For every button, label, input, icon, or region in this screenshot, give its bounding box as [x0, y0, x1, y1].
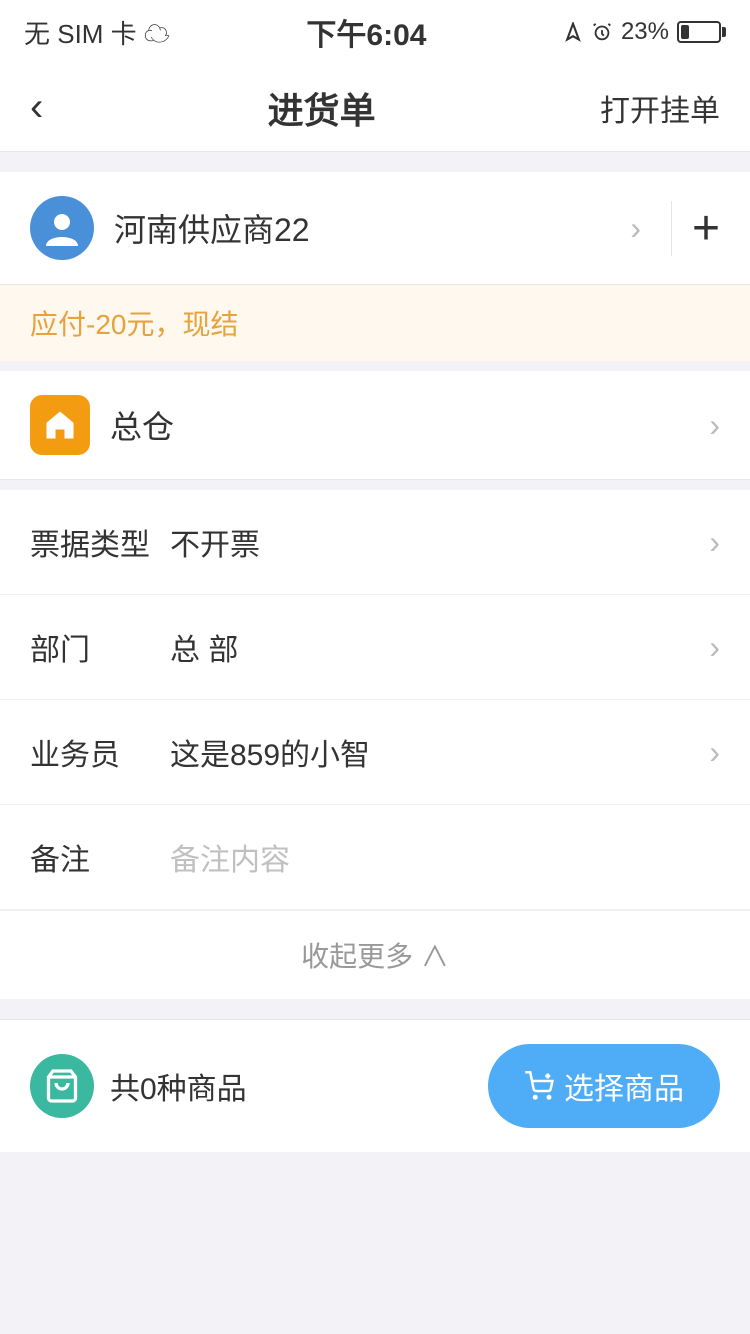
battery-icon — [677, 21, 726, 43]
alarm-icon — [591, 21, 613, 43]
warehouse-row[interactable]: 总仓 › — [0, 361, 750, 480]
supplier-row[interactable]: 河南供应商22 › + — [0, 172, 750, 285]
product-icon-circle — [30, 1054, 94, 1118]
page-title: 进货单 — [268, 82, 376, 134]
salesperson-value: 这是859的小智 — [170, 730, 699, 774]
status-right: 23% — [563, 18, 726, 46]
supplier-chevron-icon: › — [630, 210, 641, 247]
department-row[interactable]: 部门 总 部 › — [0, 595, 750, 700]
warehouse-icon — [30, 395, 90, 455]
notice-text: 应付-20元，现结 — [30, 309, 238, 340]
supplier-avatar — [30, 196, 94, 260]
select-product-label: 选择商品 — [564, 1064, 684, 1108]
collapse-button[interactable]: 收起更多 ∧ — [0, 910, 750, 999]
nav-bar: ‹ 进货单 打开挂单 — [0, 64, 750, 152]
warehouse-name: 总仓 — [110, 402, 699, 448]
house-icon — [42, 407, 78, 443]
salesperson-chevron-icon: › — [709, 734, 720, 771]
remark-label: 备注 — [30, 835, 170, 879]
add-supplier-button[interactable]: + — [671, 201, 720, 256]
notice-bar: 应付-20元，现结 — [0, 285, 750, 361]
supplier-section: 河南供应商22 › + 应付-20元，现结 — [0, 172, 750, 361]
back-button[interactable]: ‹ — [30, 85, 43, 130]
select-product-button[interactable]: 选择商品 — [488, 1044, 720, 1128]
bottom-divider — [0, 999, 750, 1019]
product-count-text: 共0种商品 — [110, 1064, 247, 1108]
invoice-type-row[interactable]: 票据类型 不开票 › — [0, 490, 750, 595]
location-icon — [563, 22, 583, 42]
remark-row[interactable]: 备注 备注内容 — [0, 805, 750, 910]
invoice-type-label: 票据类型 — [30, 520, 170, 564]
battery-percentage: 23% — [621, 18, 669, 46]
form-section: 票据类型 不开票 › 部门 总 部 › 业务员 这是859的小智 › 备注 备注… — [0, 490, 750, 999]
collapse-label: 收起更多 ∧ — [301, 941, 449, 972]
shopping-bag-icon — [44, 1068, 80, 1104]
invoice-type-chevron-icon: › — [709, 524, 720, 561]
supplier-name: 河南供应商22 — [114, 205, 630, 251]
status-left: 无 SIM 卡 ☁ — [24, 14, 170, 51]
main-content: 河南供应商22 › + 应付-20元，现结 总仓 › 票据类型 不开票 › — [0, 152, 750, 1334]
department-value: 总 部 — [170, 625, 699, 669]
sim-label: 无 SIM 卡 ☁ — [24, 14, 170, 51]
cart-icon — [524, 1071, 554, 1101]
status-time: 下午6:04 — [306, 10, 426, 54]
top-divider — [0, 152, 750, 172]
status-bar: 无 SIM 卡 ☁ 下午6:04 23% — [0, 0, 750, 64]
bottom-bar: 共0种商品 选择商品 — [0, 1019, 750, 1152]
warehouse-chevron-icon: › — [709, 407, 720, 444]
department-label: 部门 — [30, 625, 170, 669]
remark-input[interactable]: 备注内容 — [170, 835, 720, 879]
department-chevron-icon: › — [709, 629, 720, 666]
person-icon — [42, 208, 82, 248]
open-pending-button[interactable]: 打开挂单 — [600, 86, 720, 130]
supplier-right: › + — [630, 201, 720, 256]
salesperson-row[interactable]: 业务员 这是859的小智 › — [0, 700, 750, 805]
salesperson-label: 业务员 — [30, 730, 170, 774]
invoice-type-value: 不开票 — [170, 520, 699, 564]
product-count-section: 共0种商品 — [30, 1054, 247, 1118]
